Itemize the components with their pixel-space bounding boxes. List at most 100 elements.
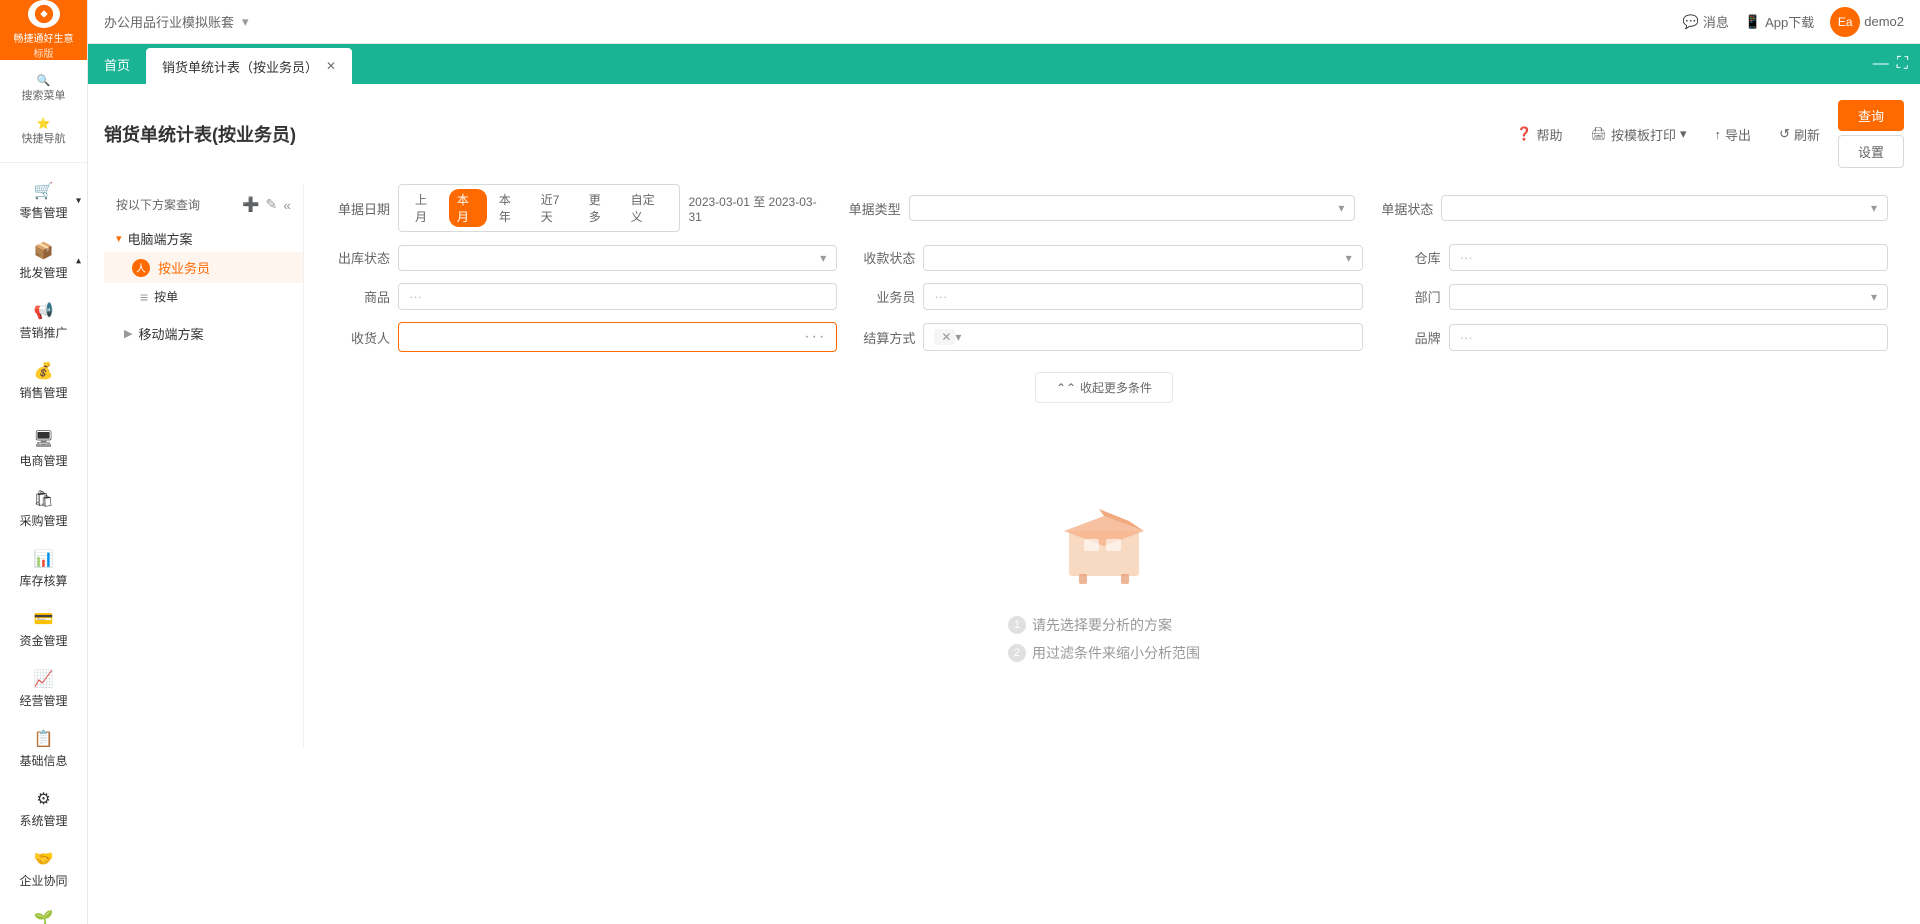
consignee-dots[interactable]: ··· bbox=[804, 328, 826, 346]
sidebar-item-finance[interactable]: 💳 资金管理 bbox=[0, 599, 87, 659]
help-label: 帮助 bbox=[1536, 125, 1562, 144]
retail-expand-icon: ▾ bbox=[76, 196, 81, 207]
date-more[interactable]: 更多 bbox=[581, 189, 619, 227]
message-label: 消息 bbox=[1703, 12, 1729, 31]
topbar-left: 办公用品行业模拟账套 ▾ bbox=[104, 12, 249, 31]
sidebar-item-system[interactable]: ⚙ 系统管理 bbox=[0, 779, 87, 839]
warehouse-field[interactable]: ··· bbox=[1449, 244, 1888, 271]
date-this-year[interactable]: 本年 bbox=[491, 189, 529, 227]
tab-home[interactable]: 首页 bbox=[88, 44, 146, 84]
sidebar-item-operations[interactable]: 📈 经营管理 bbox=[0, 659, 87, 719]
scheme-edit-btn[interactable]: ✎ bbox=[265, 196, 277, 213]
scheme-header-title: 按以下方案查询 bbox=[116, 196, 200, 213]
sidebar-item-inventory-label: 库存核算 bbox=[19, 572, 67, 589]
sidebar-item-basic[interactable]: 📋 基础信息 bbox=[0, 719, 87, 779]
help-btn[interactable]: ❓ 帮助 bbox=[1506, 121, 1572, 148]
scheme-group-pc-header[interactable]: ▾ 电脑端方案 bbox=[104, 225, 303, 252]
sidebar-item-newbie[interactable]: 🌱 新手引导 bbox=[0, 899, 87, 924]
sidebar-item-enterprise[interactable]: 🤝 企业协同 bbox=[0, 839, 87, 899]
topbar-right: 💬 消息 📱 App下载 Ea demo2 bbox=[1683, 7, 1904, 37]
scheme-collapse-btn[interactable]: « bbox=[283, 197, 291, 213]
salesperson-field[interactable]: ··· bbox=[923, 283, 1362, 310]
settlement-field[interactable]: ✕ ▾ bbox=[923, 323, 1362, 351]
settlement-clear-btn[interactable]: ✕ bbox=[941, 330, 951, 344]
delivery-status-field[interactable]: ▾ bbox=[398, 245, 837, 271]
system-icon: ⚙ bbox=[36, 789, 50, 809]
app-download-icon: 📱 bbox=[1745, 14, 1761, 30]
user-menu-btn[interactable]: Ea demo2 bbox=[1830, 7, 1904, 37]
search-icon: 🔍 bbox=[37, 74, 51, 87]
sidebar-item-operations-label: 经营管理 bbox=[19, 692, 67, 709]
date-selector: 上月 本月 本年 近7天 更多 自定义 bbox=[398, 184, 680, 232]
scheme-sidebar: 按以下方案查询 ➕ ✎ « ▾ 电脑端方案 bbox=[104, 184, 304, 747]
scheme-header-actions: ➕ ✎ « bbox=[242, 196, 291, 213]
tab-sales-stat[interactable]: 销货单统计表（按业务员） ✕ bbox=[146, 48, 352, 84]
tab-close-icon[interactable]: ✕ bbox=[326, 59, 336, 73]
template-print-btn[interactable]: 🖨 按模板打印 ▾ bbox=[1580, 121, 1696, 148]
export-btn[interactable]: ↑ 导出 bbox=[1705, 121, 1762, 148]
goods-field[interactable]: ··· bbox=[398, 283, 837, 310]
sidebar-item-purchase[interactable]: 🛍 采购管理 bbox=[0, 479, 87, 539]
payment-status-field[interactable]: ▾ bbox=[923, 245, 1362, 271]
app-download-btn[interactable]: 📱 App下载 bbox=[1745, 12, 1814, 31]
query-label: 查询 bbox=[1858, 109, 1884, 124]
marketing-icon: 📢 bbox=[34, 301, 54, 321]
scheme-add-btn[interactable]: ➕ bbox=[242, 196, 259, 213]
filter-row-4: 收货人 ··· 结算方式 ✕ ▾ 品 bbox=[320, 322, 1888, 352]
settings-btn[interactable]: 设置 bbox=[1838, 135, 1904, 168]
date-this-month[interactable]: 本月 bbox=[449, 189, 487, 227]
app-download-label: App下载 bbox=[1765, 12, 1814, 31]
sidebar-item-marketing[interactable]: 📢 营销推广 bbox=[0, 291, 87, 351]
sidebar-item-inventory[interactable]: 📊 库存核算 bbox=[0, 539, 87, 599]
sidebar-item-marketing-label: 营销推广 bbox=[19, 324, 67, 341]
search-menu-btn[interactable]: 🔍 搜索菜单 bbox=[22, 68, 66, 109]
voucher-type-arrow: ▾ bbox=[1338, 201, 1344, 215]
date-custom[interactable]: 自定义 bbox=[623, 189, 672, 227]
consignee-input[interactable] bbox=[409, 330, 804, 345]
message-btn[interactable]: 💬 消息 bbox=[1683, 12, 1729, 31]
purchase-icon: 🛍 bbox=[33, 489, 53, 509]
refresh-btn[interactable]: ↺ 刷新 bbox=[1769, 121, 1830, 148]
sidebar-item-sales[interactable]: 💰 销售管理 bbox=[0, 351, 87, 411]
department-field[interactable]: ▾ bbox=[1449, 284, 1888, 310]
scheme-item-by-salesperson[interactable]: 人 按业务员 bbox=[104, 252, 303, 283]
user-name: demo2 bbox=[1864, 14, 1904, 29]
sidebar-sub-text: 标版 bbox=[34, 45, 54, 60]
collapse-conditions-btn[interactable]: ⌃⌃ 收起更多条件 bbox=[1035, 372, 1173, 403]
date-last-month[interactable]: 上月 bbox=[407, 189, 445, 227]
goods-placeholder: ··· bbox=[409, 289, 826, 304]
department-arrow: ▾ bbox=[1871, 290, 1877, 304]
tab-minimize-btn[interactable]: — bbox=[1873, 55, 1889, 73]
consignee-field[interactable]: ··· bbox=[398, 322, 837, 352]
scheme-group-mobile: ▶ 移动端方案 bbox=[104, 314, 303, 353]
ecommerce-icon: 🖥 bbox=[33, 429, 53, 449]
collapse-label: 收起更多条件 bbox=[1080, 379, 1152, 396]
voucher-status-field[interactable]: ▾ bbox=[1441, 195, 1888, 221]
voucher-type-field[interactable]: ▾ bbox=[909, 195, 1356, 221]
wholesale-expand-icon: ▴ bbox=[76, 256, 81, 267]
collapse-icon: ⌃⌃ bbox=[1056, 381, 1076, 395]
industry-dropdown-icon[interactable]: ▾ bbox=[242, 14, 249, 30]
tip-number-1: 1 bbox=[1008, 616, 1026, 634]
sidebar-item-retail[interactable]: 🛒 零售管理 ▾ bbox=[0, 171, 87, 231]
sidebar-logo[interactable]: 畅捷通好生意 标版 bbox=[0, 0, 88, 60]
settlement-label: 结算方式 bbox=[845, 328, 915, 347]
settlement-clear-tag: ✕ bbox=[934, 329, 955, 345]
tab-expand-btn[interactable]: ⛶ bbox=[1897, 55, 1908, 73]
brand-label: 品牌 bbox=[1371, 328, 1441, 347]
inventory-icon: 📊 bbox=[34, 549, 54, 569]
operations-icon: 📈 bbox=[34, 669, 54, 689]
sidebar-item-enterprise-label: 企业协同 bbox=[19, 872, 67, 889]
scheme-subitem-by-order[interactable]: ≡ 按单 bbox=[104, 283, 303, 310]
industry-name: 办公用品行业模拟账套 bbox=[104, 12, 234, 31]
sidebar-item-wholesale[interactable]: 📦 批发管理 ▴ bbox=[0, 231, 87, 291]
topbar: 办公用品行业模拟账套 ▾ 💬 消息 📱 App下载 Ea demo2 bbox=[88, 0, 1920, 44]
scheme-mobile-header[interactable]: ▶ 移动端方案 bbox=[104, 318, 303, 349]
sidebar-item-purchase-label: 采购管理 bbox=[19, 512, 67, 529]
brand-field[interactable]: ··· bbox=[1449, 324, 1888, 351]
query-btn[interactable]: 查询 bbox=[1838, 100, 1904, 131]
scheme-item-salesperson-label: 按业务员 bbox=[158, 258, 210, 277]
date-7days[interactable]: 近7天 bbox=[533, 189, 577, 227]
quick-nav-btn[interactable]: ⭐ 快捷导航 bbox=[22, 111, 66, 152]
sidebar-item-ecommerce[interactable]: 🖥 电商管理 bbox=[0, 419, 87, 479]
